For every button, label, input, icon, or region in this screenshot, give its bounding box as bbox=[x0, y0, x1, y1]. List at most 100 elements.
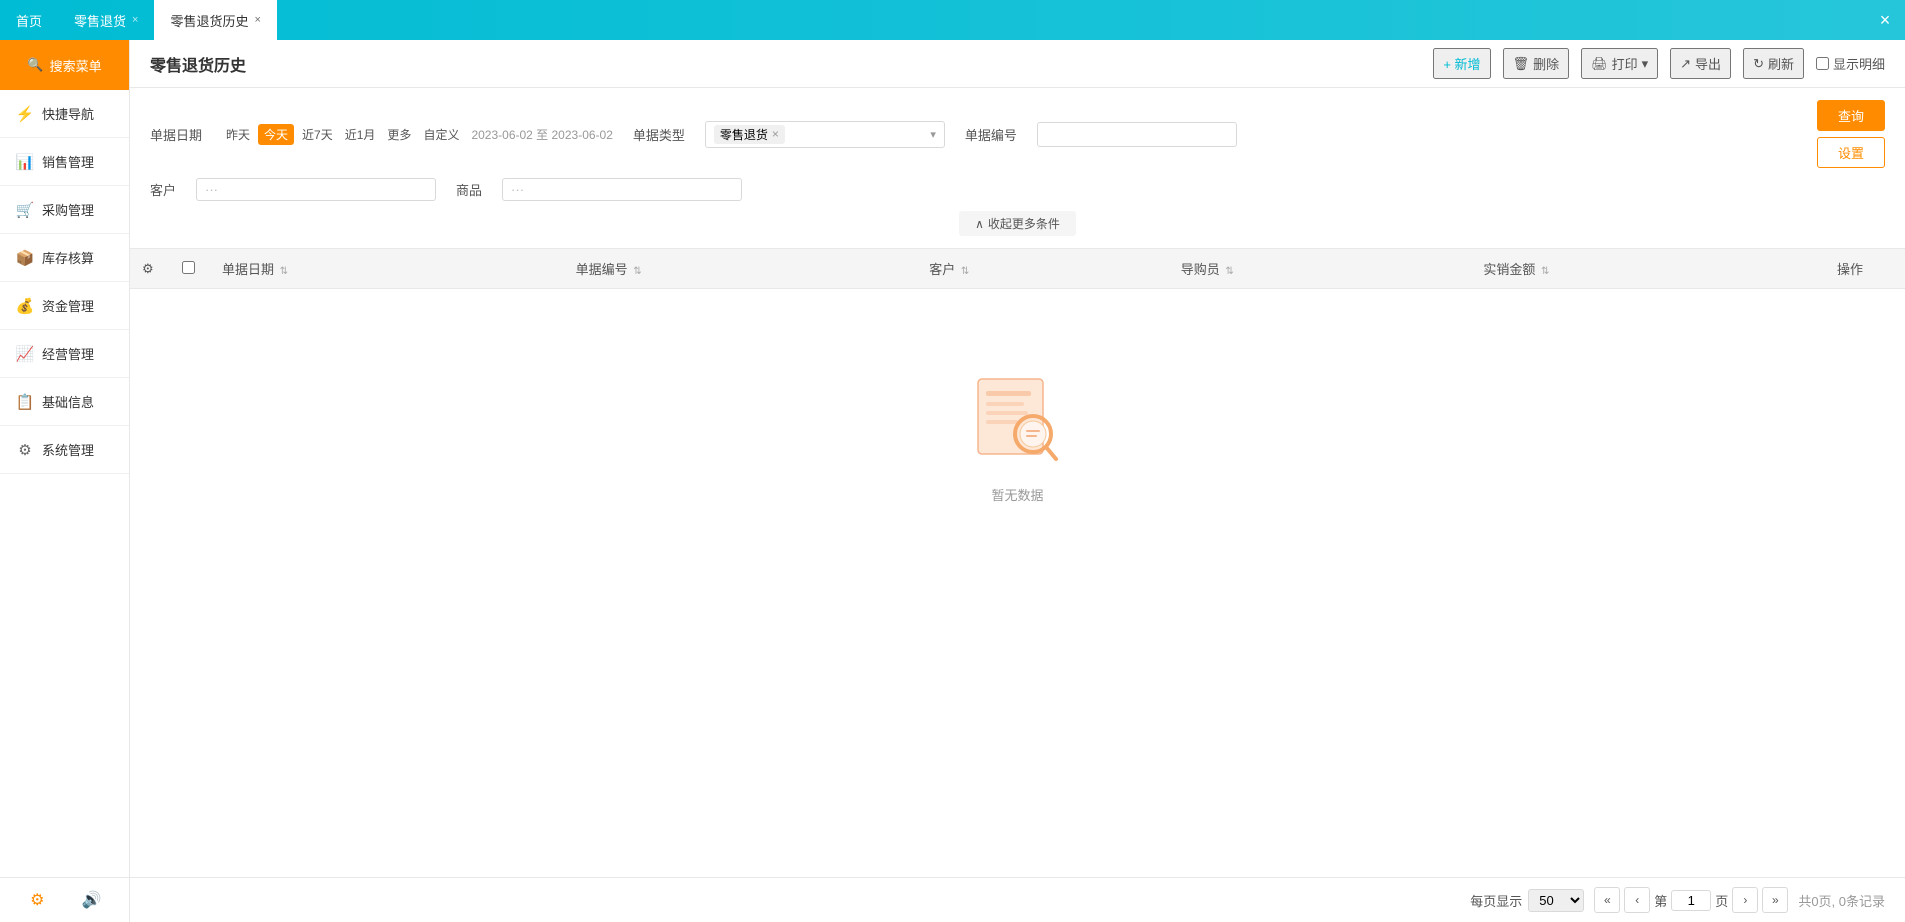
sidebar-bottom: ⚙ 🔊 bbox=[0, 877, 129, 922]
export-icon: ↗ bbox=[1680, 56, 1691, 72]
type-tag-label: 零售退货 bbox=[720, 126, 768, 143]
date-filter-buttons: 昨天 今天 近7天 近1月 更多 自定义 2023-06-02 至 2023-0… bbox=[222, 124, 613, 145]
page-label: 第 bbox=[1654, 891, 1667, 910]
page-prev-button[interactable]: ‹ bbox=[1624, 887, 1650, 913]
th-order-no[interactable]: 单据编号 ⇅ bbox=[564, 249, 918, 289]
sidebar-volume-button[interactable]: 🔊 bbox=[77, 885, 107, 915]
sidebar-item-basic-info[interactable]: 📋 基础信息 bbox=[0, 378, 129, 426]
customer-filter-label: 客户 bbox=[150, 180, 176, 199]
sidebar-item-quick-nav-label: 快捷导航 bbox=[42, 104, 94, 123]
display-detail-label: 显示明细 bbox=[1833, 54, 1885, 73]
page-header: 零售退货历史 + 新增 🗑 删除 🖨 打印 ▾ ↗ 导出 ↻ bbox=[130, 40, 1905, 88]
filter-row-1: 单据日期 昨天 今天 近7天 近1月 更多 自定义 2023-06-02 至 2… bbox=[150, 100, 1885, 168]
amount-sort-icon: ⇅ bbox=[1541, 266, 1549, 277]
content-area: 零售退货历史 + 新增 🗑 删除 🖨 打印 ▾ ↗ 导出 ↻ bbox=[130, 40, 1905, 922]
delete-label: 删除 bbox=[1533, 54, 1559, 73]
th-guide[interactable]: 导购员 ⇅ bbox=[1169, 249, 1472, 289]
date-filter-label: 单据日期 bbox=[150, 125, 202, 144]
page-last-button[interactable]: » bbox=[1762, 887, 1788, 913]
print-label: 打印 bbox=[1612, 54, 1638, 73]
collapse-icon: ∧ bbox=[975, 217, 984, 231]
page-first-button[interactable]: « bbox=[1594, 887, 1620, 913]
sales-icon: 📊 bbox=[16, 153, 34, 171]
export-label: 导出 bbox=[1695, 54, 1721, 73]
refresh-icon: ↻ bbox=[1753, 56, 1764, 72]
date-btn-7days[interactable]: 近7天 bbox=[298, 124, 337, 145]
table-body: 暂无数据 bbox=[130, 289, 1905, 585]
refresh-button[interactable]: ↻ 刷新 bbox=[1743, 48, 1804, 79]
filter-settings-button[interactable]: 设置 bbox=[1817, 137, 1885, 168]
empty-state: 暂无数据 bbox=[130, 289, 1905, 584]
goods-filter-label: 商品 bbox=[456, 180, 482, 199]
sidebar-item-purchase-label: 采购管理 bbox=[42, 200, 94, 219]
basic-info-icon: 📋 bbox=[16, 393, 34, 411]
page-title: 零售退货历史 bbox=[150, 52, 246, 76]
sidebar-item-system-label: 系统管理 bbox=[42, 440, 94, 459]
print-icon: 🖨 bbox=[1591, 56, 1608, 72]
sidebar-nav: ⚡ 快捷导航 📊 销售管理 🛒 采购管理 📦 库存核算 💰 资金管理 📈 bbox=[0, 90, 129, 877]
goods-filter-select[interactable]: ··· bbox=[502, 178, 742, 201]
guide-sort-icon: ⇅ bbox=[1225, 266, 1233, 277]
data-table: ⚙ 单据日期 ⇅ 单据编号 ⇅ 客户 ⇅ bbox=[130, 249, 1905, 584]
date-btn-more[interactable]: 更多 bbox=[383, 124, 415, 145]
collapse-button[interactable]: ∧ 收起更多条件 bbox=[959, 211, 1076, 236]
sidebar-item-quick-nav[interactable]: ⚡ 快捷导航 bbox=[0, 90, 129, 138]
refresh-label: 刷新 bbox=[1768, 54, 1794, 73]
sidebar-item-finance[interactable]: 💰 资金管理 bbox=[0, 282, 129, 330]
date-btn-1month[interactable]: 近1月 bbox=[341, 124, 380, 145]
quick-nav-icon: ⚡ bbox=[16, 105, 34, 123]
th-actions: 操作 bbox=[1825, 249, 1905, 289]
select-all-checkbox[interactable] bbox=[182, 261, 195, 274]
display-detail-checkbox[interactable] bbox=[1816, 57, 1829, 70]
sidebar-item-purchase[interactable]: 🛒 采购管理 bbox=[0, 186, 129, 234]
search-icon: 🔍 bbox=[27, 57, 43, 73]
tab-home[interactable]: 首页 bbox=[0, 0, 58, 40]
date-btn-custom[interactable]: 自定义 bbox=[419, 124, 463, 145]
sidebar-item-system[interactable]: ⚙ 系统管理 bbox=[0, 426, 129, 474]
tab-retail-return-history-close[interactable]: × bbox=[254, 14, 260, 26]
purchase-icon: 🛒 bbox=[16, 201, 34, 219]
th-date[interactable]: 单据日期 ⇅ bbox=[210, 249, 564, 289]
sidebar-settings-button[interactable]: ⚙ bbox=[22, 885, 52, 915]
sidebar-item-operations[interactable]: 📈 经营管理 bbox=[0, 330, 129, 378]
inventory-icon: 📦 bbox=[16, 249, 34, 267]
date-btn-yesterday[interactable]: 昨天 bbox=[222, 124, 254, 145]
export-button[interactable]: ↗ 导出 bbox=[1670, 48, 1731, 79]
goods-dots: ··· bbox=[511, 182, 524, 197]
tab-retail-return-close[interactable]: × bbox=[132, 14, 138, 26]
filter-actions: 查询 设置 bbox=[1817, 100, 1885, 168]
type-filter-select[interactable]: 零售退货 × ▾ bbox=[705, 121, 945, 148]
filter-row-2: 客户 ··· 商品 ··· bbox=[150, 178, 1885, 201]
page-input[interactable] bbox=[1671, 890, 1711, 911]
page-next-button[interactable]: › bbox=[1732, 887, 1758, 913]
sidebar-search-button[interactable]: 🔍 搜索菜单 bbox=[0, 40, 129, 90]
delete-button[interactable]: 🗑 删除 bbox=[1503, 48, 1570, 79]
per-page-dropdown[interactable]: 50 20 100 bbox=[1528, 889, 1584, 912]
query-button[interactable]: 查询 bbox=[1817, 100, 1885, 131]
sidebar-item-sales[interactable]: 📊 销售管理 bbox=[0, 138, 129, 186]
table-header: ⚙ 单据日期 ⇅ 单据编号 ⇅ 客户 ⇅ bbox=[130, 249, 1905, 289]
per-page-select: 每页显示 50 20 100 bbox=[1470, 889, 1584, 912]
type-tag: 零售退货 × bbox=[714, 125, 785, 144]
date-sort-icon: ⇅ bbox=[280, 266, 288, 277]
tab-retail-return-history[interactable]: 零售退货历史 × bbox=[154, 0, 276, 40]
date-btn-today[interactable]: 今天 bbox=[258, 124, 294, 145]
tab-retail-return[interactable]: 零售退货 × bbox=[58, 0, 154, 40]
th-customer[interactable]: 客户 ⇅ bbox=[917, 249, 1168, 289]
add-button[interactable]: + 新增 bbox=[1433, 48, 1490, 79]
empty-icon bbox=[958, 369, 1078, 469]
th-settings[interactable]: ⚙ bbox=[130, 249, 170, 289]
empty-text: 暂无数据 bbox=[991, 485, 1043, 504]
customer-filter-select[interactable]: ··· bbox=[196, 178, 436, 201]
page-unit: 页 bbox=[1715, 891, 1728, 910]
print-button[interactable]: 🖨 打印 ▾ bbox=[1581, 48, 1658, 79]
system-icon: ⚙ bbox=[16, 441, 34, 459]
sidebar-item-inventory[interactable]: 📦 库存核算 bbox=[0, 234, 129, 282]
order-no-input[interactable] bbox=[1037, 122, 1237, 147]
type-tag-remove[interactable]: × bbox=[772, 127, 779, 141]
sidebar: 🔍 搜索菜单 ⚡ 快捷导航 📊 销售管理 🛒 采购管理 📦 库存核算 💰 bbox=[0, 40, 130, 922]
window-close-button[interactable]: × bbox=[1865, 0, 1905, 40]
operations-icon: 📈 bbox=[16, 345, 34, 363]
per-page-label: 每页显示 bbox=[1470, 891, 1522, 910]
th-amount[interactable]: 实销金额 ⇅ bbox=[1471, 249, 1825, 289]
